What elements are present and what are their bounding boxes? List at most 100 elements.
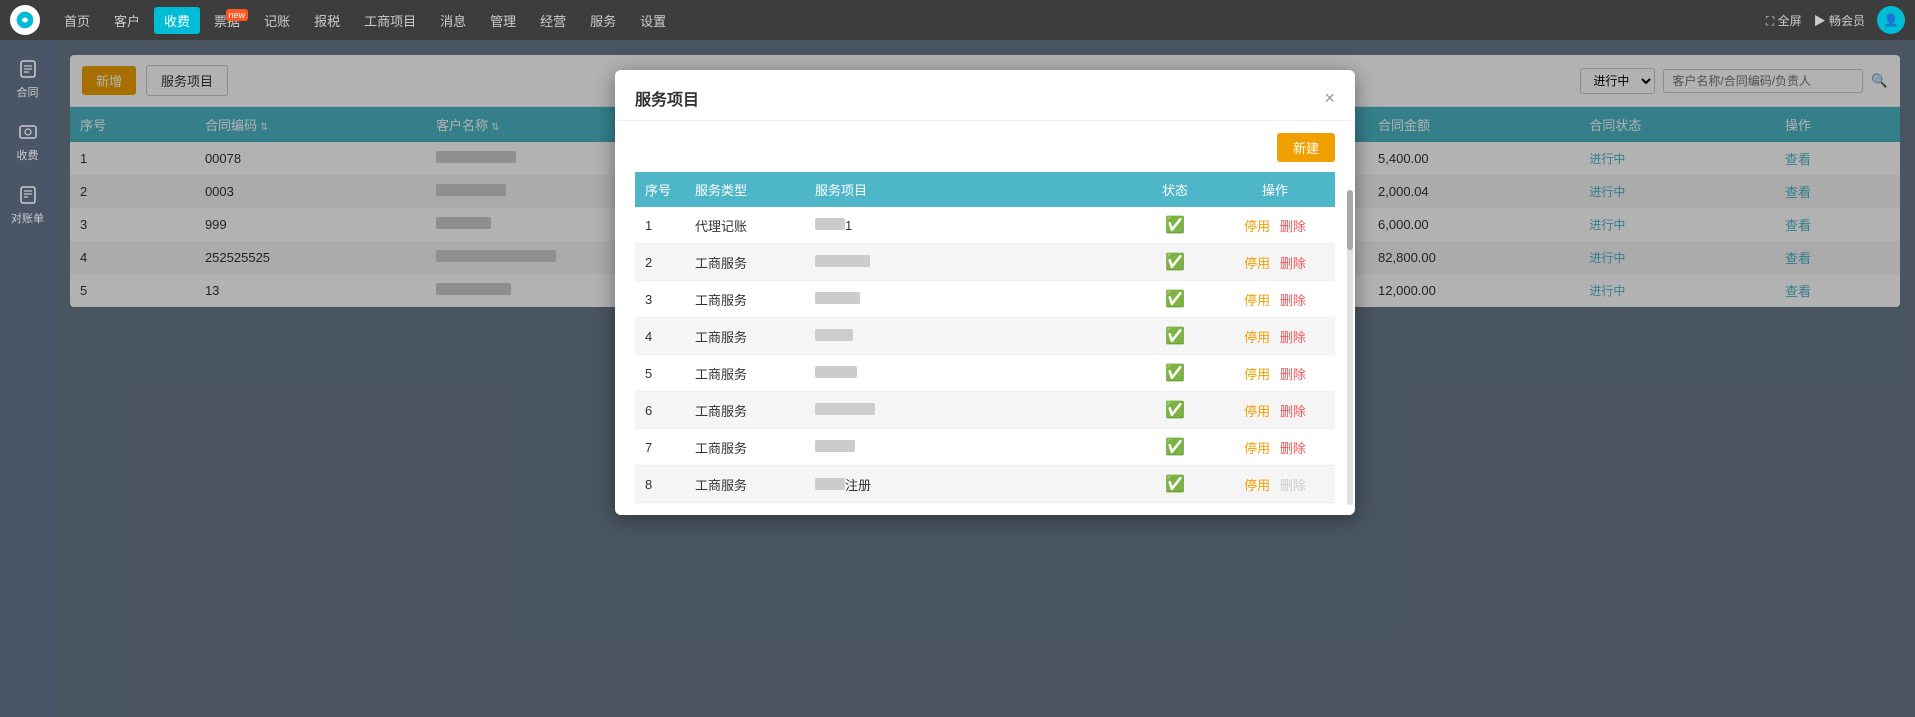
nav-customer[interactable]: 客户 (104, 7, 150, 34)
mrow-status: ✅ (1135, 207, 1215, 244)
mrow-item (805, 392, 1135, 429)
app-logo (10, 5, 40, 35)
modal-table-row: 8 工商服务 注册 ✅ 停用 删除 (635, 466, 1335, 503)
mrow-status: ✅ (1135, 318, 1215, 355)
stop-button-5[interactable]: 停用 (1244, 367, 1270, 382)
modal-table-row: 4 工商服务 ✅ 停用 删除 (635, 318, 1335, 355)
mrow-seq: 3 (635, 281, 685, 318)
mrow-type: 工商服务 (685, 355, 805, 392)
contract-icon (17, 58, 39, 80)
delete-button-4[interactable]: 删除 (1280, 330, 1306, 345)
mrow-action: 停用 删除 (1215, 318, 1335, 355)
top-nav: 首页 客户 收费 票据 new 记账 报税 工商项目 消息 管理 经营 服务 设… (0, 0, 1915, 40)
mrow-type: 代理记账 (685, 207, 805, 244)
modal-table-header: 序号 服务类型 服务项目 状态 操作 (635, 172, 1335, 207)
delete-button-5[interactable]: 删除 (1280, 367, 1306, 382)
new-badge: new (226, 9, 249, 21)
main-layout: 合同 收费 对账单 (0, 40, 1915, 717)
stop-button-8[interactable]: 停用 (1244, 478, 1270, 493)
stop-button-6[interactable]: 停用 (1244, 404, 1270, 419)
mrow-action: 停用 删除 (1215, 281, 1335, 318)
modal-table-body: 1 代理记账 1 ✅ 停用 删除 2 (635, 207, 1335, 503)
mrow-type: 工商服务 (685, 281, 805, 318)
mrow-type: 工商服务 (685, 429, 805, 466)
modal-table-row: 1 代理记账 1 ✅ 停用 删除 (635, 207, 1335, 244)
nav-fee[interactable]: 收费 (154, 7, 200, 34)
sidebar-statement-label: 对账单 (11, 210, 44, 226)
mrow-seq: 1 (635, 207, 685, 244)
stop-button-2[interactable]: 停用 (1244, 256, 1270, 271)
service-modal: 服务项目 × 新建 序号 服务类型 服务项目 状态 (615, 70, 1355, 515)
sidebar-item-contract[interactable]: 合同 (3, 50, 53, 108)
sidebar-item-statement[interactable]: 对账单 (3, 176, 53, 234)
modal-close-button[interactable]: × (1324, 88, 1335, 109)
mrow-item (805, 244, 1135, 281)
delete-button-1[interactable]: 删除 (1280, 219, 1306, 234)
stop-button-4[interactable]: 停用 (1244, 330, 1270, 345)
mrow-item (805, 318, 1135, 355)
mrow-seq: 5 (635, 355, 685, 392)
delete-button-6[interactable]: 删除 (1280, 404, 1306, 419)
mrow-action: 停用 删除 (1215, 207, 1335, 244)
mrow-action: 停用 删除 (1215, 355, 1335, 392)
modal-table-row: 5 工商服务 ✅ 停用 删除 (635, 355, 1335, 392)
mrow-seq: 4 (635, 318, 685, 355)
mrow-seq: 8 (635, 466, 685, 503)
nav-bookkeeping[interactable]: 记账 (254, 7, 300, 34)
modal-header: 服务项目 × (615, 70, 1355, 121)
modal-new-button[interactable]: 新建 (1277, 133, 1335, 162)
mrow-action: 停用 删除 (1215, 392, 1335, 429)
delete-button-8[interactable]: 删除 (1280, 478, 1306, 493)
mrow-action: 停用 删除 (1215, 244, 1335, 281)
modal-table: 序号 服务类型 服务项目 状态 操作 1 代理记账 (635, 172, 1335, 503)
mrow-status: ✅ (1135, 281, 1215, 318)
main-content: 新增 服务项目 进行中 已完成 已终止 🔍 序号 合同编码⇅ (55, 40, 1915, 717)
modal-title: 服务项目 (635, 86, 699, 110)
mth-action: 操作 (1215, 172, 1335, 207)
nav-settings[interactable]: 设置 (630, 7, 676, 34)
sidebar-contract-label: 合同 (17, 84, 39, 100)
sidebar-fee-label: 收费 (17, 147, 39, 163)
mrow-status: ✅ (1135, 392, 1215, 429)
mrow-item (805, 429, 1135, 466)
fullscreen-btn[interactable]: ⛶ 全屏 (1766, 12, 1802, 29)
mrow-type: 工商服务 (685, 244, 805, 281)
mth-type: 服务类型 (685, 172, 805, 207)
mth-seq: 序号 (635, 172, 685, 207)
statement-icon (17, 184, 39, 206)
fee-icon (17, 121, 39, 143)
modal-table-row: 3 工商服务 ✅ 停用 删除 (635, 281, 1335, 318)
modal-scrollbar[interactable] (1347, 190, 1353, 505)
mrow-item (805, 281, 1135, 318)
mrow-status: ✅ (1135, 429, 1215, 466)
nav-invoice[interactable]: 票据 new (204, 7, 250, 34)
avatar[interactable]: 👤 (1877, 6, 1905, 34)
nav-service[interactable]: 服务 (580, 7, 626, 34)
delete-button-2[interactable]: 删除 (1280, 256, 1306, 271)
mrow-seq: 6 (635, 392, 685, 429)
nav-tax[interactable]: 报税 (304, 7, 350, 34)
nav-manage[interactable]: 管理 (480, 7, 526, 34)
mrow-item: 1 (805, 207, 1135, 244)
stop-button-7[interactable]: 停用 (1244, 441, 1270, 456)
mth-item: 服务项目 (805, 172, 1135, 207)
stop-button-1[interactable]: 停用 (1244, 219, 1270, 234)
mrow-status: ✅ (1135, 466, 1215, 503)
mrow-action: 停用 删除 (1215, 429, 1335, 466)
modal-table-row: 6 工商服务 ✅ 停用 删除 (635, 392, 1335, 429)
nav-business[interactable]: 工商项目 (354, 7, 426, 34)
mth-status: 状态 (1135, 172, 1215, 207)
sidebar: 合同 收费 对账单 (0, 40, 55, 717)
nav-home[interactable]: 首页 (54, 7, 100, 34)
delete-button-7[interactable]: 删除 (1280, 441, 1306, 456)
mrow-status: ✅ (1135, 244, 1215, 281)
delete-button-3[interactable]: 删除 (1280, 293, 1306, 308)
sidebar-item-fee[interactable]: 收费 (3, 113, 53, 171)
nav-message[interactable]: 消息 (430, 7, 476, 34)
stop-button-3[interactable]: 停用 (1244, 293, 1270, 308)
modal-table-row: 2 工商服务 ✅ 停用 删除 (635, 244, 1335, 281)
mrow-type: 工商服务 (685, 318, 805, 355)
nav-operation[interactable]: 经营 (530, 7, 576, 34)
member-btn[interactable]: ▶ 畅会员 (1814, 12, 1865, 29)
mrow-item (805, 355, 1135, 392)
